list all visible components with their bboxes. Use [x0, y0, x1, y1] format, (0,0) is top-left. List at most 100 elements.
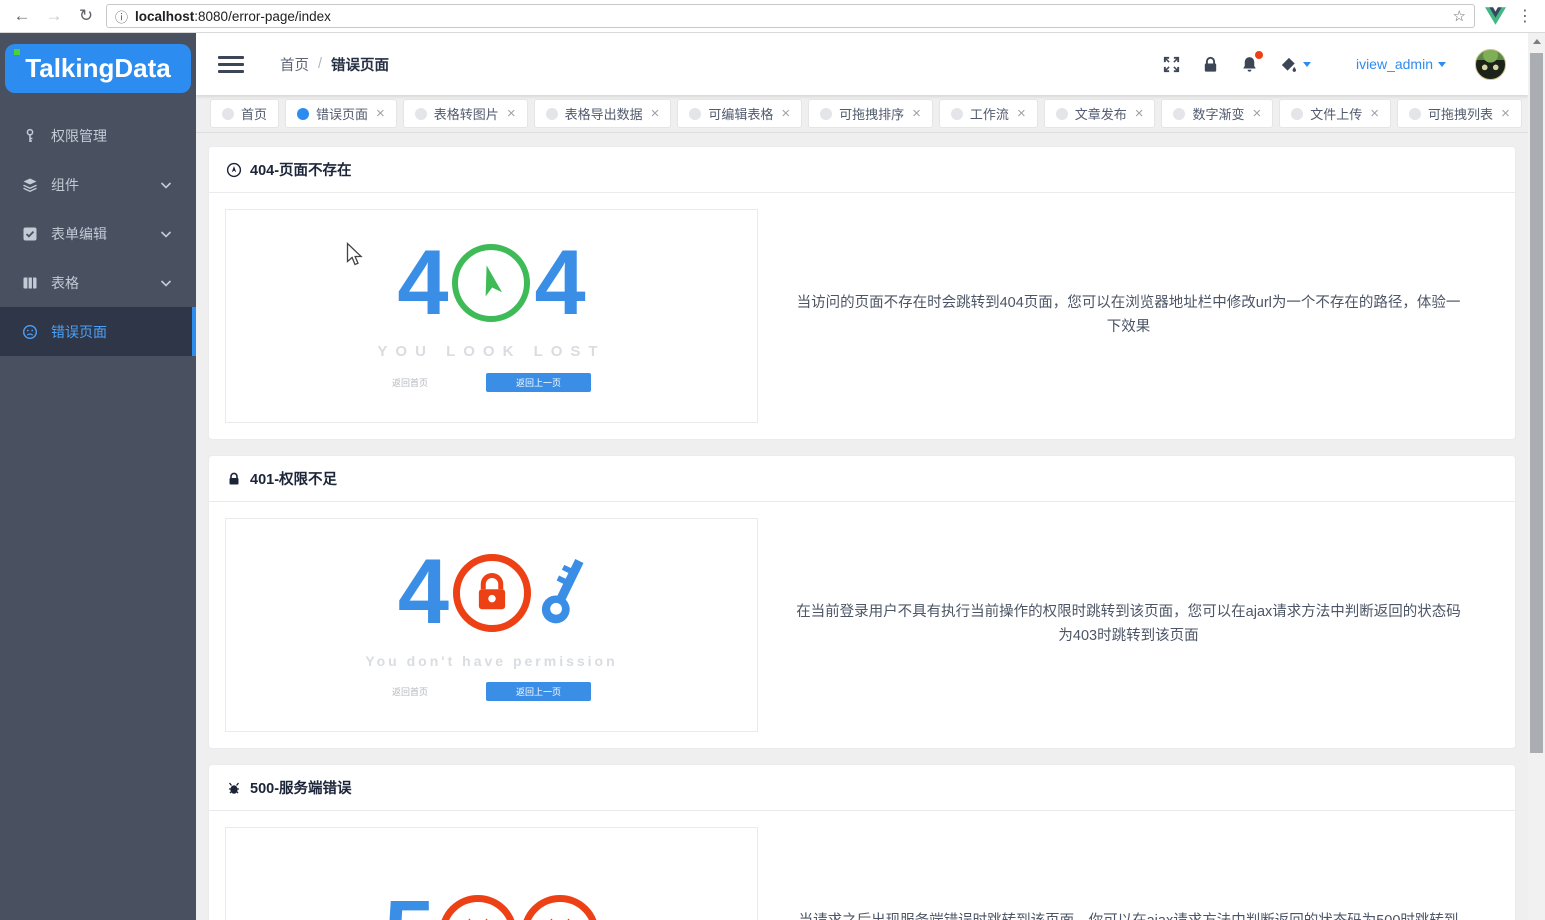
tab-table-to-image[interactable]: 表格转图片 × — [402, 99, 528, 128]
error-404-description: 当访问的页面不存在时会跳转到404页面，您可以在浏览器地址栏中修改url为一个不… — [796, 295, 1461, 335]
avatar[interactable] — [1475, 48, 1506, 80]
sidebar-item-components[interactable]: 组件 — [0, 160, 196, 209]
card-body: 5 当请求之后出现服务端错误时跳转到该页面，你可以在ajax请求方法中判断返回的… — [209, 811, 1515, 920]
page-content: 404-页面不存在 4 4 YOU LOOK LOST 返回首页 返回上一页 当… — [196, 133, 1528, 920]
forward-button[interactable]: → — [42, 4, 66, 28]
tab-number-gradient[interactable]: 数字渐变 × — [1161, 99, 1274, 128]
sidebar-item-error-page[interactable]: 错误页面 — [0, 307, 196, 356]
bookmark-star-icon[interactable]: ☆ — [1453, 7, 1466, 25]
error-401-preview-image: 4 You don't have permission 返回首页 返回上一页 — [225, 518, 758, 732]
chevron-down-icon — [160, 181, 172, 189]
back-previous-button: 返回上一页 — [485, 373, 591, 393]
lock-icon[interactable] — [1200, 53, 1222, 75]
tab-dot — [820, 107, 833, 120]
browser-menu-icon[interactable]: ⋮ — [1515, 6, 1535, 26]
app-header: 首页 / 错误页面 iview_admin — [196, 33, 1528, 95]
tab-dot — [1409, 107, 1422, 120]
sidebar-item-table[interactable]: 表格 — [0, 258, 196, 307]
logo-green-dot — [14, 49, 20, 55]
bell-icon[interactable] — [1239, 51, 1263, 75]
close-icon[interactable]: × — [376, 106, 385, 121]
sidebar-item-label: 表单编辑 — [51, 225, 107, 242]
app-window: TalkingData 权限管理 组件 表单编辑 表格 错误页面 首页 / 错误… — [0, 33, 1545, 920]
theme-icon — [1278, 53, 1300, 75]
close-icon[interactable]: × — [1501, 106, 1510, 121]
breadcrumb-home[interactable]: 首页 — [280, 54, 309, 75]
tab-drag-sort[interactable]: 可拖拽排序 × — [808, 99, 933, 128]
error-card-500: 500-服务端错误 5 — [208, 764, 1516, 920]
error-404-preview-image: 4 4 YOU LOOK LOST 返回首页 返回上一页 — [225, 209, 758, 423]
breadcrumb: 首页 / 错误页面 — [280, 54, 389, 75]
tab-dot — [950, 107, 963, 120]
close-icon[interactable]: × — [651, 106, 660, 121]
sidebar-item-access[interactable]: 权限管理 — [0, 111, 196, 160]
tab-article-publish[interactable]: 文章发布 × — [1043, 99, 1156, 128]
close-icon[interactable]: × — [1370, 106, 1379, 121]
close-icon[interactable]: × — [1253, 106, 1262, 121]
tab-workflow[interactable]: 工作流 × — [938, 99, 1038, 128]
tab-dot — [1173, 107, 1186, 120]
form-edit-icon — [23, 227, 37, 240]
page-info-icon[interactable]: ⓘ — [115, 7, 128, 26]
tab-editable-table[interactable]: 可编辑表格 × — [677, 99, 803, 128]
tab-home[interactable]: 首页 — [210, 99, 280, 128]
close-icon[interactable]: × — [507, 106, 516, 121]
card-body: 4 4 YOU LOOK LOST 返回首页 返回上一页 当访问的页面不存在时会… — [209, 193, 1515, 439]
tab-drag-list[interactable]: 可拖拽列表 × — [1397, 99, 1522, 128]
close-icon[interactable]: × — [1135, 106, 1144, 121]
app-logo[interactable]: TalkingData — [5, 44, 191, 93]
address-bar[interactable]: ⓘ localhost:8080/error-page/index ☆ — [106, 4, 1475, 28]
card-title-text: 404-页面不存在 — [250, 163, 352, 179]
scroll-up-arrow[interactable] — [1528, 33, 1545, 50]
tab-table-export[interactable]: 表格导出数据 × — [533, 99, 672, 128]
reload-button[interactable]: ↻ — [74, 4, 98, 28]
sad-face-icon — [22, 324, 38, 339]
close-icon[interactable]: × — [912, 106, 921, 121]
theme-picker[interactable] — [1278, 53, 1311, 75]
back-home-link: 返回首页 — [391, 378, 428, 389]
menu-toggle-icon[interactable] — [218, 52, 244, 77]
sidebar-item-form-edit[interactable]: 表单编辑 — [0, 209, 196, 258]
compass-arrow-icon — [452, 244, 531, 323]
card-title-text: 401-权限不足 — [250, 472, 338, 488]
header-actions: iview_admin — [1161, 48, 1506, 80]
vue-devtools-extension-icon[interactable] — [1483, 5, 1507, 27]
error-card-404: 404-页面不存在 4 4 YOU LOOK LOST 返回首页 返回上一页 当… — [208, 146, 1516, 440]
sidebar-item-label: 错误页面 — [51, 323, 107, 340]
error-500-description: 当请求之后出现服务端错误时跳转到该页面，你可以在ajax请求方法中判断返回的状态… — [758, 827, 1499, 920]
back-home-link: 返回首页 — [391, 686, 428, 697]
devil-icon — [439, 894, 518, 920]
tab-dot — [545, 107, 558, 120]
card-title-text: 500-服务端错误 — [250, 781, 352, 797]
fullscreen-icon[interactable] — [1161, 53, 1183, 75]
error-card-401: 401-权限不足 4 You don't have permission 返回首… — [208, 455, 1516, 749]
card-title-404: 404-页面不存在 — [209, 147, 1515, 193]
sidebar-item-label: 表格 — [51, 274, 79, 291]
user-menu[interactable]: iview_admin — [1356, 56, 1446, 72]
bug-icon — [228, 782, 240, 794]
tab-dot — [297, 107, 310, 120]
breadcrumb-separator: / — [318, 56, 323, 72]
lock-icon — [229, 472, 239, 484]
sidebar-menu: 权限管理 组件 表单编辑 表格 错误页面 — [0, 111, 196, 356]
error-caption: YOU LOOK LOST — [377, 343, 606, 361]
chevron-down-icon — [1302, 61, 1311, 67]
key-icon — [527, 550, 599, 637]
close-icon[interactable]: × — [1017, 106, 1026, 121]
tab-file-upload[interactable]: 文件上传 × — [1279, 99, 1392, 128]
scrollbar-thumb[interactable] — [1530, 53, 1543, 753]
tab-dot — [222, 107, 234, 120]
chevron-down-icon — [1438, 61, 1446, 67]
back-button[interactable]: ← — [10, 4, 34, 28]
devil-icon — [521, 894, 600, 920]
tab-error-page[interactable]: 错误页面 × — [285, 99, 397, 128]
card-title-401: 401-权限不足 — [209, 456, 1515, 502]
back-previous-button: 返回上一页 — [485, 681, 591, 701]
lock-circle-icon — [453, 553, 532, 632]
error-500-preview-image: 5 — [225, 827, 758, 920]
close-icon[interactable]: × — [781, 106, 790, 121]
url-text: localhost:8080/error-page/index — [135, 8, 331, 24]
error-caption: You don't have permission — [365, 652, 618, 669]
browser-scrollbar[interactable] — [1528, 33, 1545, 920]
browser-chrome: ← → ↻ ⓘ localhost:8080/error-page/index … — [0, 0, 1545, 33]
